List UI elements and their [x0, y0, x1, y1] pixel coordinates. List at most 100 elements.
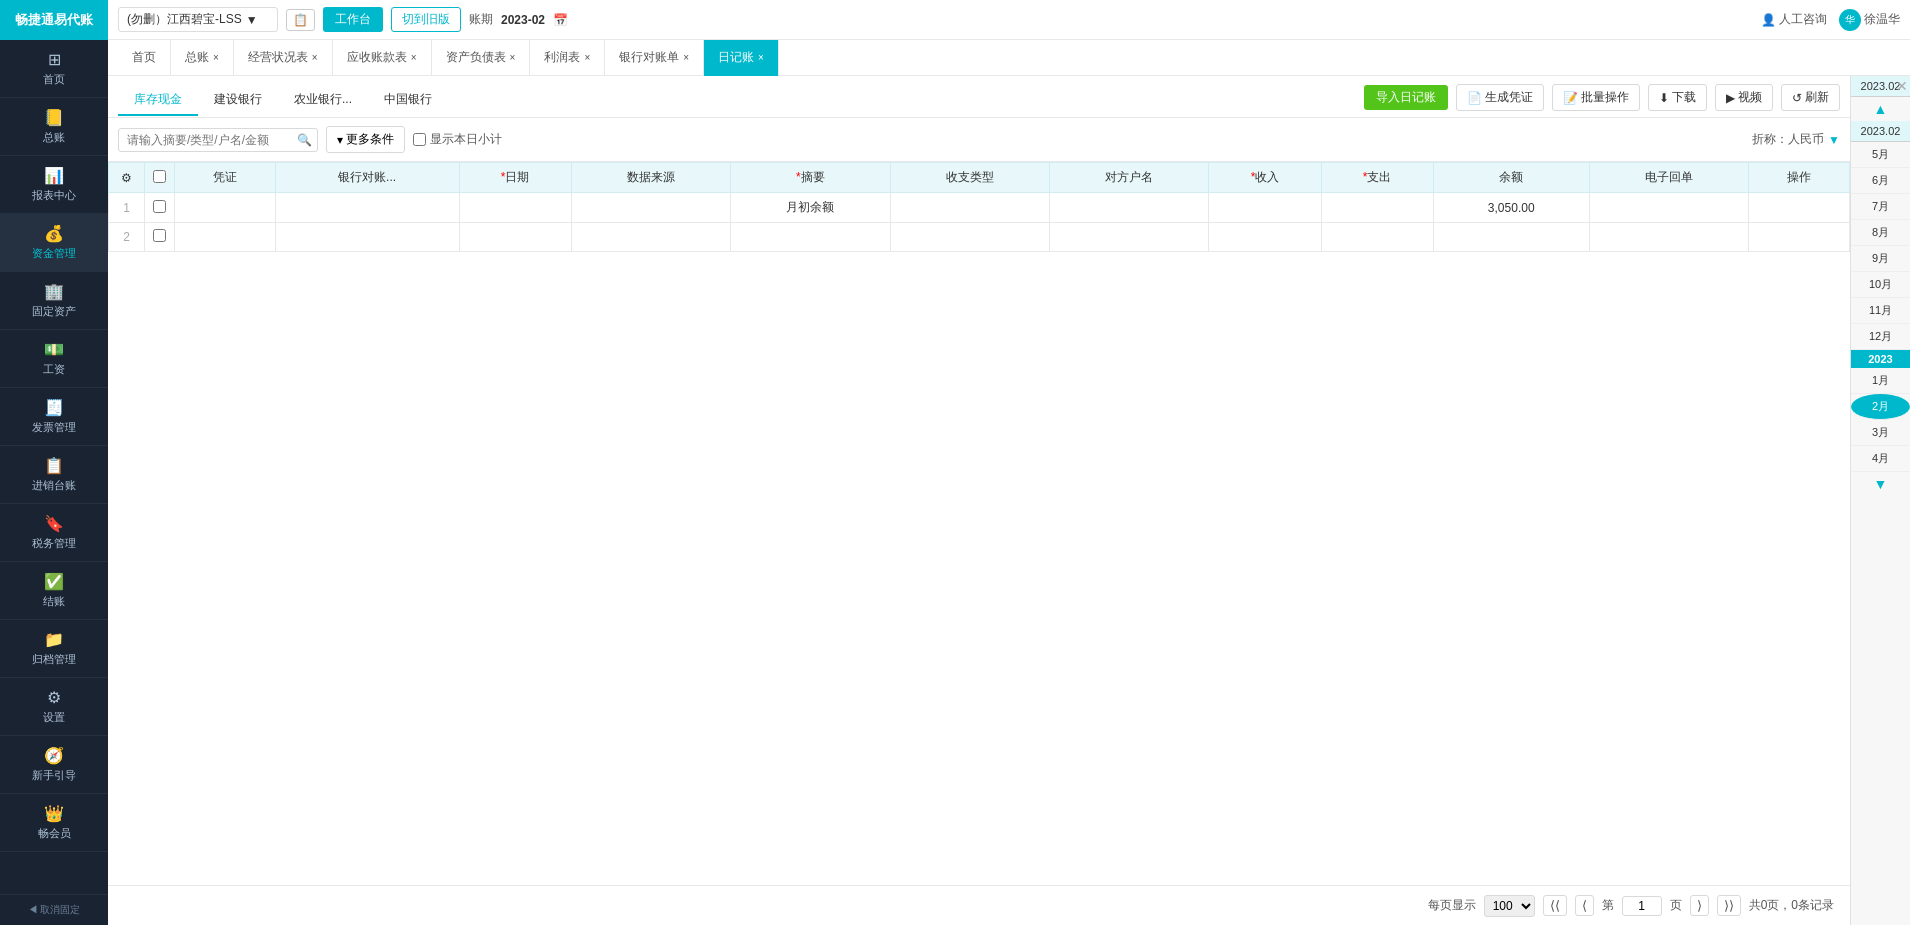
sidebar-unpin[interactable]: ◀ 取消固定: [0, 894, 108, 925]
sidebar-item-tax[interactable]: 🔖 税务管理: [0, 504, 108, 562]
more-filter-button[interactable]: ▾ 更多条件: [326, 126, 405, 153]
month-item-6[interactable]: 6月: [1851, 168, 1910, 194]
tab-ledger[interactable]: 总账 ×: [171, 40, 234, 76]
sidebar-item-assets[interactable]: 🏢 固定资产: [0, 272, 108, 330]
tab-bank-statement-close[interactable]: ×: [683, 52, 689, 63]
month-item-9[interactable]: 9月: [1851, 246, 1910, 272]
batch-ops-button[interactable]: 📝 批量操作: [1552, 84, 1640, 111]
company-dropdown-icon: ▼: [246, 13, 258, 27]
sidebar-item-home[interactable]: ⊞ 首页: [0, 40, 108, 98]
sidebar-item-guide[interactable]: 🧭 新手引导: [0, 736, 108, 794]
subtab-ccb[interactable]: 建设银行: [198, 85, 278, 116]
month-item-11[interactable]: 11月: [1851, 298, 1910, 324]
sidebar-item-payroll[interactable]: 💵 工资: [0, 330, 108, 388]
page-label-post: 页: [1670, 897, 1682, 914]
daily-total-checkbox[interactable]: [413, 133, 426, 146]
sidebar-label-ledger: 总账: [43, 130, 65, 145]
currency-change-btn[interactable]: ▼: [1828, 133, 1840, 147]
date-panel-close-btn[interactable]: ✕: [1896, 78, 1908, 94]
month-item-12[interactable]: 12月: [1851, 324, 1910, 350]
row2-action: [1749, 223, 1850, 252]
subtab-cash[interactable]: 库存现金: [118, 85, 198, 116]
tab-ledger-close[interactable]: ×: [213, 52, 219, 63]
sidebar-item-purchase[interactable]: 📋 进销台账: [0, 446, 108, 504]
company-name: (勿删）江西碧宝-LSS: [127, 11, 242, 28]
tab-balance-sheet[interactable]: 资产负债表 ×: [432, 40, 531, 76]
sidebar-item-ledger[interactable]: 📒 总账: [0, 98, 108, 156]
month-item-2-active[interactable]: 2月: [1851, 394, 1910, 420]
tab-business[interactable]: 经营状况表 ×: [234, 40, 333, 76]
daily-total-checkbox-label[interactable]: 显示本日小计: [413, 131, 502, 148]
th-expense: *支出: [1321, 163, 1433, 193]
copy-button[interactable]: 📋: [286, 9, 315, 31]
refresh-button[interactable]: ↺ 刷新: [1781, 84, 1840, 111]
workspace-button[interactable]: 工作台: [323, 7, 383, 32]
tab-receivable[interactable]: 应收账款表 ×: [333, 40, 432, 76]
row2-summary: [731, 223, 890, 252]
tab-bank-statement[interactable]: 银行对账单 ×: [605, 40, 704, 76]
th-bank-match: 银行对账...: [275, 163, 459, 193]
subtab-boc[interactable]: 中国银行: [368, 85, 448, 116]
row2-bank-match: [275, 223, 459, 252]
row1-checkbox-cell[interactable]: [145, 193, 175, 223]
row2-expense: [1321, 223, 1433, 252]
page-number-input[interactable]: [1622, 896, 1662, 916]
tab-journal-close[interactable]: ×: [758, 52, 764, 63]
tab-journal-label: 日记账: [718, 49, 754, 66]
tab-home[interactable]: 首页: [118, 40, 171, 76]
tab-business-close[interactable]: ×: [312, 52, 318, 63]
sidebar-label-assets: 固定资产: [32, 304, 76, 319]
sidebar-item-close[interactable]: ✅ 结账: [0, 562, 108, 620]
th-settings[interactable]: ⚙: [109, 163, 145, 193]
th-action: 操作: [1749, 163, 1850, 193]
row1-counterpart: [1050, 193, 1209, 223]
tab-journal[interactable]: 日记账 ×: [704, 40, 779, 76]
import-journal-button[interactable]: 导入日记账: [1364, 85, 1448, 110]
subtab-agri[interactable]: 农业银行...: [278, 85, 368, 116]
th-summary: *摘要: [731, 163, 890, 193]
month-item-3[interactable]: 3月: [1851, 420, 1910, 446]
row2-checkbox[interactable]: [153, 229, 166, 242]
first-page-button[interactable]: ⟨⟨: [1543, 895, 1567, 916]
month-item-10[interactable]: 10月: [1851, 272, 1910, 298]
video-button[interactable]: ▶ 视频: [1715, 84, 1773, 111]
tab-receivable-close[interactable]: ×: [411, 52, 417, 63]
user-name: 徐温华: [1864, 11, 1900, 28]
last-page-button[interactable]: ⟩⟩: [1717, 895, 1741, 916]
sidebar-item-archive[interactable]: 📁 归档管理: [0, 620, 108, 678]
sidebar-item-reports[interactable]: 📊 报表中心: [0, 156, 108, 214]
row2-checkbox-cell[interactable]: [145, 223, 175, 252]
calendar-icon[interactable]: 📅: [553, 13, 568, 27]
sidebar-item-settings[interactable]: ⚙ 设置: [0, 678, 108, 736]
month-item-7[interactable]: 7月: [1851, 194, 1910, 220]
switch-version-button[interactable]: 切到旧版: [391, 7, 461, 32]
month-item-8[interactable]: 8月: [1851, 220, 1910, 246]
tab-balance-sheet-close[interactable]: ×: [510, 52, 516, 63]
sidebar-item-member[interactable]: 👑 畅会员: [0, 794, 108, 852]
sidebar-item-finance[interactable]: 💰 资金管理: [0, 214, 108, 272]
company-selector[interactable]: (勿删）江西碧宝-LSS ▼: [118, 7, 278, 32]
purchase-icon: 📋: [44, 456, 64, 475]
tab-profit-close[interactable]: ×: [584, 52, 590, 63]
download-button[interactable]: ⬇ 下载: [1648, 84, 1707, 111]
next-page-button[interactable]: ⟩: [1690, 895, 1709, 916]
user-menu[interactable]: 华 徐温华: [1839, 9, 1900, 31]
page-size-select[interactable]: 100 50 200: [1484, 895, 1535, 917]
month-item-5[interactable]: 5月: [1851, 142, 1910, 168]
tab-profit[interactable]: 利润表 ×: [530, 40, 605, 76]
search-input[interactable]: [118, 128, 318, 152]
generate-voucher-button[interactable]: 📄 生成凭证: [1456, 84, 1544, 111]
date-nav-up[interactable]: ▲: [1851, 97, 1910, 121]
select-all-checkbox[interactable]: [153, 170, 166, 183]
daily-total-label: 显示本日小计: [430, 131, 502, 148]
month-item-1[interactable]: 1月: [1851, 368, 1910, 394]
row1-balance: 3,050.00: [1433, 193, 1589, 223]
sidebar-item-invoice[interactable]: 🧾 发票管理: [0, 388, 108, 446]
month-item-4[interactable]: 4月: [1851, 446, 1910, 472]
date-nav-down[interactable]: ▼: [1851, 472, 1910, 496]
date-panel-header: 2023.02 ✕: [1851, 76, 1910, 97]
th-checkbox[interactable]: [145, 163, 175, 193]
row1-checkbox[interactable]: [153, 200, 166, 213]
prev-page-button[interactable]: ⟨: [1575, 895, 1594, 916]
service-btn[interactable]: 👤 人工咨询: [1761, 11, 1827, 28]
